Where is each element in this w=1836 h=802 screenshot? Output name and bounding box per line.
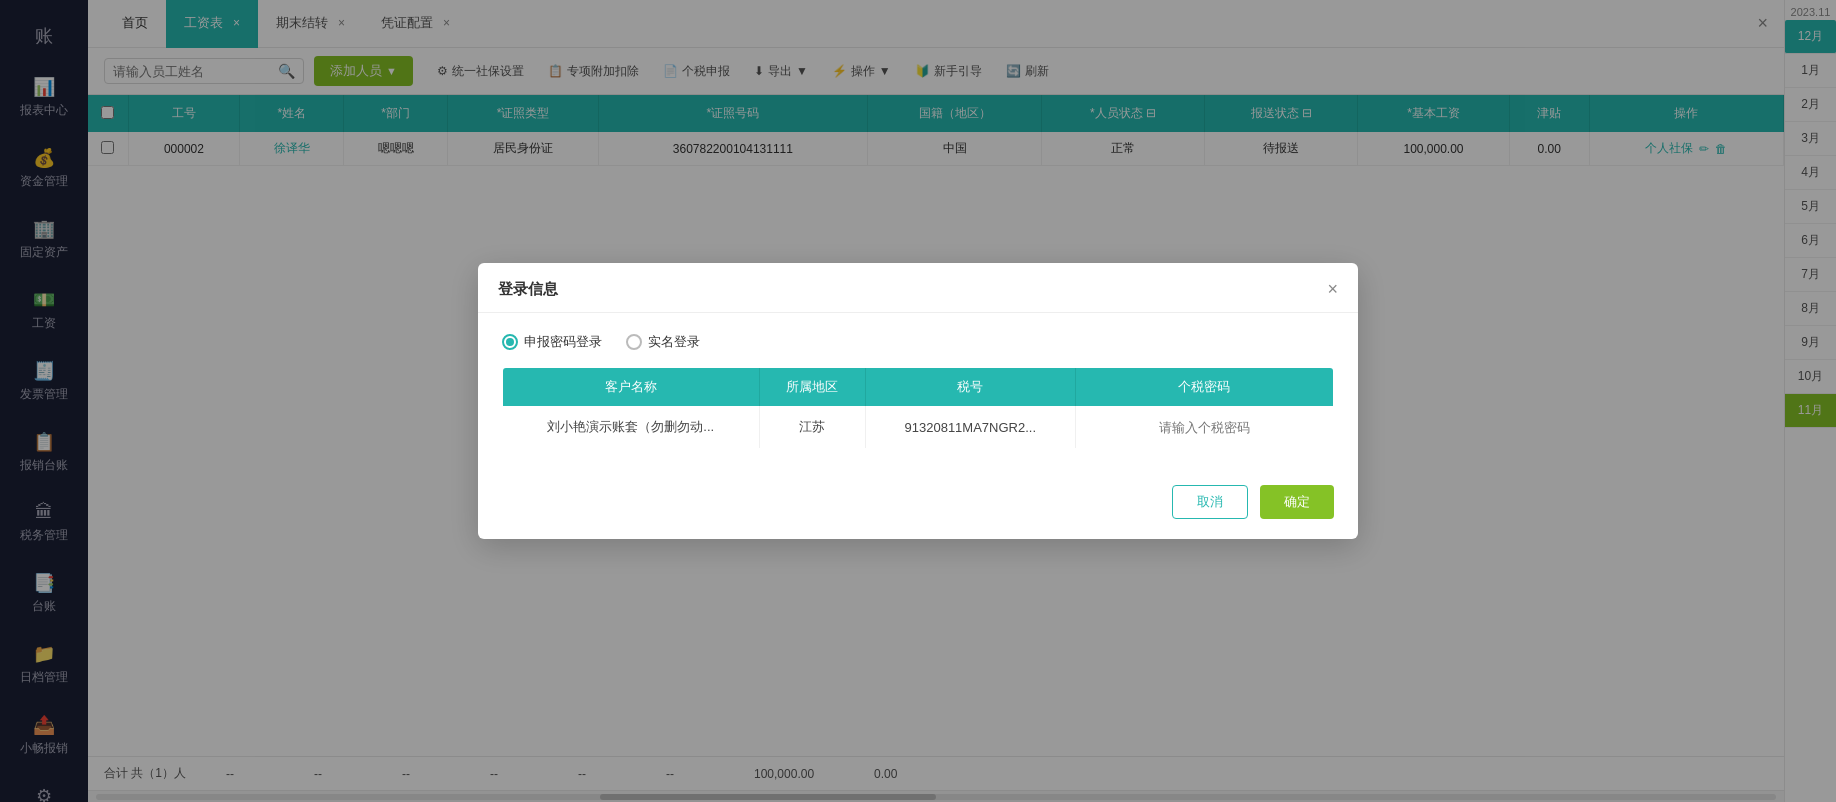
inner-cell-tax-no: 91320811MA7NGR2... — [865, 406, 1075, 449]
dialog-close-button[interactable]: × — [1327, 279, 1338, 300]
cancel-button[interactable]: 取消 — [1172, 485, 1248, 519]
dialog-title: 登录信息 — [498, 280, 558, 299]
login-table-row: 刘小艳演示账套（勿删勿动... 江苏 91320811MA7NGR2... — [503, 406, 1334, 449]
radio-password-dot — [506, 338, 514, 346]
login-dialog: 登录信息 × 申报密码登录 实名登录 — [478, 263, 1358, 539]
inner-col-customer: 客户名称 — [503, 368, 760, 407]
inner-col-tax-no: 税号 — [865, 368, 1075, 407]
inner-cell-region: 江苏 — [759, 406, 865, 449]
login-inner-table: 客户名称 所属地区 税号 个税密码 刘小艳演示账套（勿删勿动... 江苏 913… — [502, 367, 1334, 449]
dialog-body: 申报密码登录 实名登录 客户名称 所属地区 税号 个税密码 — [478, 313, 1358, 469]
radio-password-circle — [502, 334, 518, 350]
tax-password-input[interactable] — [1090, 420, 1319, 435]
dialog-overlay: 登录信息 × 申报密码登录 实名登录 — [0, 0, 1836, 802]
inner-col-password: 个税密码 — [1075, 368, 1333, 407]
inner-cell-customer: 刘小艳演示账套（勿删勿动... — [503, 406, 760, 449]
dialog-header: 登录信息 × — [478, 263, 1358, 313]
radio-password-login[interactable]: 申报密码登录 — [502, 333, 602, 351]
radio-realname-login[interactable]: 实名登录 — [626, 333, 700, 351]
login-type-radio-group: 申报密码登录 实名登录 — [502, 333, 1334, 351]
inner-col-region: 所属地区 — [759, 368, 865, 407]
inner-cell-password[interactable] — [1075, 406, 1333, 449]
dialog-footer: 取消 确定 — [478, 469, 1358, 539]
confirm-button[interactable]: 确定 — [1260, 485, 1334, 519]
radio-realname-circle — [626, 334, 642, 350]
